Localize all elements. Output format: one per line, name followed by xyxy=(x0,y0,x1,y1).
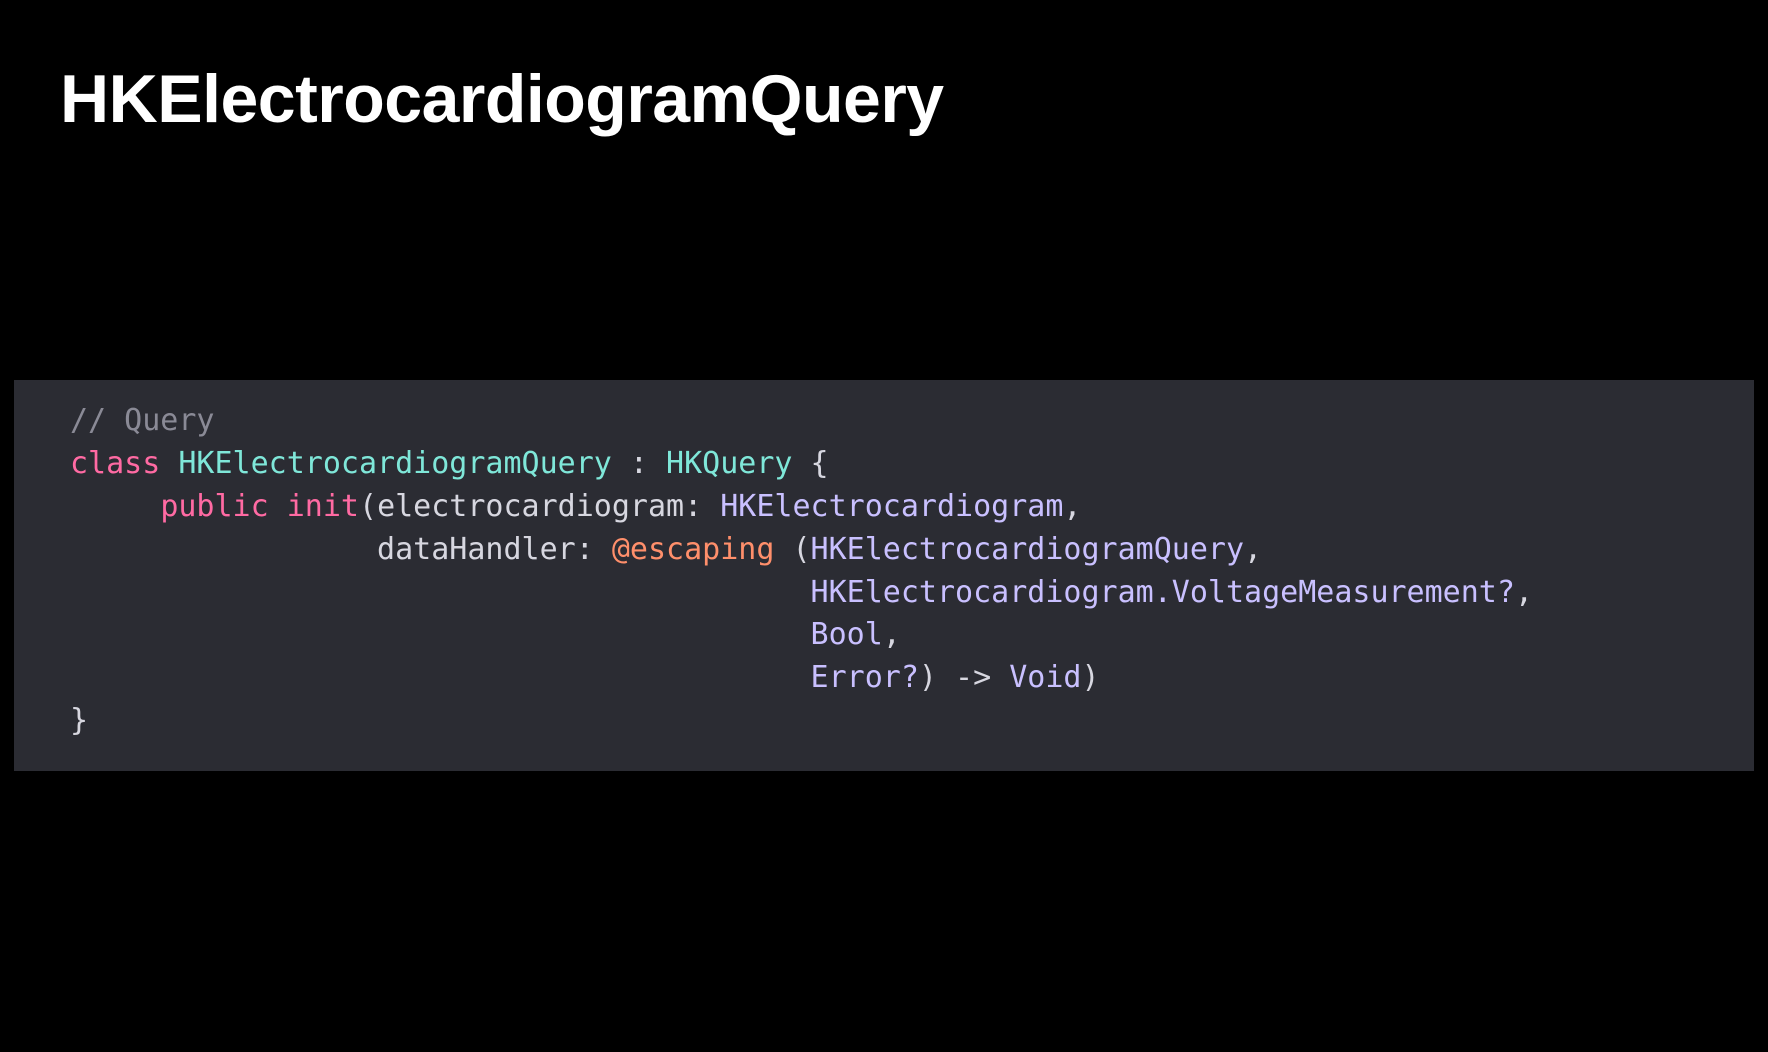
code-keyword-public: public xyxy=(160,489,268,524)
code-return-type: Void xyxy=(1009,660,1081,695)
code-content: // Query class HKElectrocardiogramQuery … xyxy=(70,400,1698,743)
code-brace-open: { xyxy=(792,446,828,481)
code-comma-2: , xyxy=(1244,532,1262,567)
code-indent xyxy=(70,575,811,610)
code-colon: : xyxy=(612,446,666,481)
slide: HKElectrocardiogramQuery // Query class … xyxy=(0,0,1768,1052)
code-space xyxy=(774,532,792,567)
code-keyword-class: class xyxy=(70,446,160,481)
code-indent xyxy=(70,532,377,567)
code-param-label-1: electrocardiogram: xyxy=(377,489,720,524)
code-tuple-close: ) -> xyxy=(919,660,1009,695)
code-comment: // Query xyxy=(70,403,215,438)
code-keyword-init: init xyxy=(287,489,359,524)
code-type-3: Bool xyxy=(811,617,883,652)
code-indent xyxy=(70,617,811,652)
code-paren-close: ) xyxy=(1081,660,1099,695)
code-brace-close: } xyxy=(70,703,88,738)
code-type-1: HKElectrocardiogramQuery xyxy=(811,532,1244,567)
code-space xyxy=(269,489,287,524)
code-comma-1: , xyxy=(1063,489,1081,524)
code-indent xyxy=(70,489,160,524)
code-indent xyxy=(70,660,811,695)
code-tuple-open: ( xyxy=(792,532,810,567)
code-type-4: Error? xyxy=(811,660,919,695)
code-comma-4: , xyxy=(883,617,901,652)
slide-title: HKElectrocardiogramQuery xyxy=(60,60,944,138)
code-block: // Query class HKElectrocardiogramQuery … xyxy=(14,380,1754,771)
code-param-label-2: dataHandler: xyxy=(377,532,612,567)
code-superclass: HKQuery xyxy=(666,446,792,481)
code-comma-3: , xyxy=(1515,575,1533,610)
code-attr-escaping: @escaping xyxy=(612,532,775,567)
code-classname: HKElectrocardiogramQuery xyxy=(178,446,611,481)
code-type-2: HKElectrocardiogram.VoltageMeasurement? xyxy=(811,575,1515,610)
code-paren-open: ( xyxy=(359,489,377,524)
code-param-type-1: HKElectrocardiogram xyxy=(720,489,1063,524)
